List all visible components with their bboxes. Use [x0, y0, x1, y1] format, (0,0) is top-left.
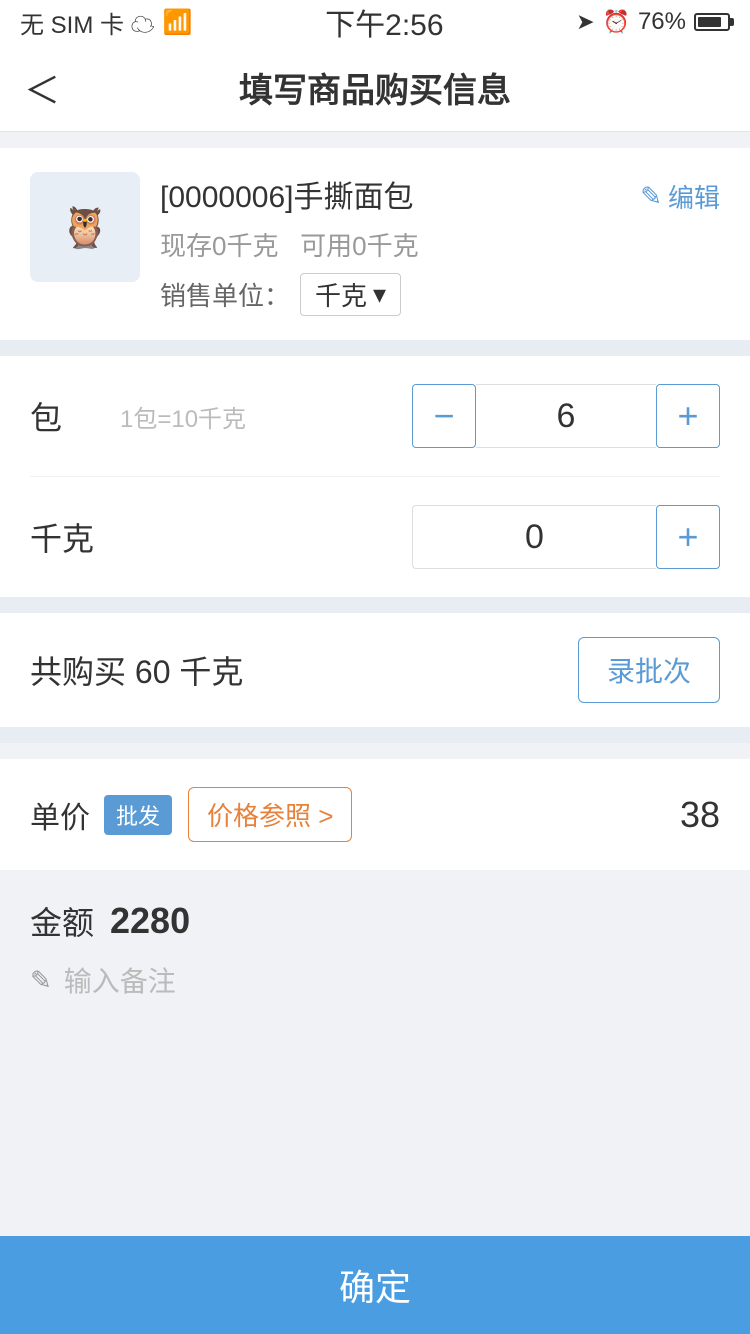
bao-hint: 1包=10千克 [120, 399, 246, 434]
unit-label: 销售单位： [160, 276, 290, 313]
amount-label: 金额 [30, 898, 94, 944]
edit-label: 编辑 [668, 178, 720, 215]
divider-1 [0, 340, 750, 356]
status-right: ➤ ⏰ 76% [576, 8, 730, 36]
bao-row: 包 1包=10千克 − + [30, 356, 720, 477]
product-stock: 现存0千克 可用0千克 [160, 226, 720, 263]
product-name: [0000006]手撕面包 [160, 172, 720, 216]
note-row[interactable]: ✎ 输入备注 [30, 960, 720, 1000]
product-card: 🦉 [0000006]手撕面包 现存0千克 可用0千克 销售单位： 千克 ▾ ✎… [0, 148, 750, 340]
kg-controls: + [412, 505, 720, 569]
price-value: 38 [680, 794, 720, 836]
back-button[interactable]: ＜ [24, 62, 60, 114]
amount-section: 金额 2280 ✎ 输入备注 [0, 870, 750, 1016]
page-title: 填写商品购买信息 [239, 63, 511, 112]
bao-controls: − + [412, 384, 720, 448]
note-icon: ✎ [30, 965, 52, 996]
kg-label: 千克 [30, 514, 110, 560]
bao-minus-button[interactable]: − [412, 384, 476, 448]
bao-label: 包 [30, 393, 110, 439]
summary-text: 共购买 60 千克 [30, 647, 243, 693]
unit-value: 千克 [315, 276, 367, 313]
available-text: 可用0千克 [300, 231, 418, 261]
batch-button[interactable]: 录批次 [578, 637, 720, 703]
amount-row: 金额 2280 [30, 898, 720, 944]
summary-section: 共购买 60 千克 录批次 [0, 613, 750, 727]
amount-value: 2280 [110, 900, 190, 942]
price-tag: 批发 [104, 795, 172, 835]
sim-status: 无 SIM 卡 ☁ [20, 5, 155, 40]
input-section: 包 1包=10千克 − + 千克 + [0, 356, 750, 597]
wifi-icon: 📶 [163, 8, 193, 37]
battery-text: 76% [638, 8, 686, 36]
edit-icon: ✎ [640, 181, 662, 212]
edit-button[interactable]: ✎ 编辑 [640, 178, 720, 215]
battery-icon [694, 13, 730, 31]
product-info: [0000006]手撕面包 现存0千克 可用0千克 销售单位： 千克 ▾ [160, 172, 720, 316]
bao-plus-button[interactable]: + [656, 384, 720, 448]
price-section: 单价 批发 价格参照 > 38 [0, 759, 750, 870]
unit-select[interactable]: 千克 ▾ [300, 273, 401, 316]
bao-input[interactable] [476, 384, 656, 448]
location-icon: ➤ [576, 9, 594, 35]
kg-input[interactable] [412, 505, 656, 569]
nav-bar: ＜ 填写商品购买信息 [0, 44, 750, 132]
status-bar: 无 SIM 卡 ☁ 📶 下午2:56 ➤ ⏰ 76% [0, 0, 750, 44]
divider-2 [0, 597, 750, 613]
empty-area [0, 1016, 750, 1256]
status-time: 下午2:56 [325, 0, 443, 44]
kg-row: 千克 + [30, 477, 720, 597]
price-label: 单价 [30, 793, 90, 837]
price-ref-button[interactable]: 价格参照 > [188, 787, 352, 842]
status-left: 无 SIM 卡 ☁ 📶 [20, 5, 193, 40]
note-placeholder: 输入备注 [64, 960, 176, 1000]
kg-plus-button[interactable]: + [656, 505, 720, 569]
product-thumbnail: 🦉 [30, 172, 140, 282]
divider-3 [0, 727, 750, 743]
product-logo-icon: 🦉 [60, 204, 110, 251]
alarm-icon: ⏰ [603, 9, 630, 35]
stock-text: 现存0千克 [160, 231, 278, 261]
confirm-button[interactable]: 确定 [0, 1236, 750, 1334]
product-unit-row: 销售单位： 千克 ▾ [160, 273, 720, 316]
dropdown-icon: ▾ [373, 279, 386, 310]
